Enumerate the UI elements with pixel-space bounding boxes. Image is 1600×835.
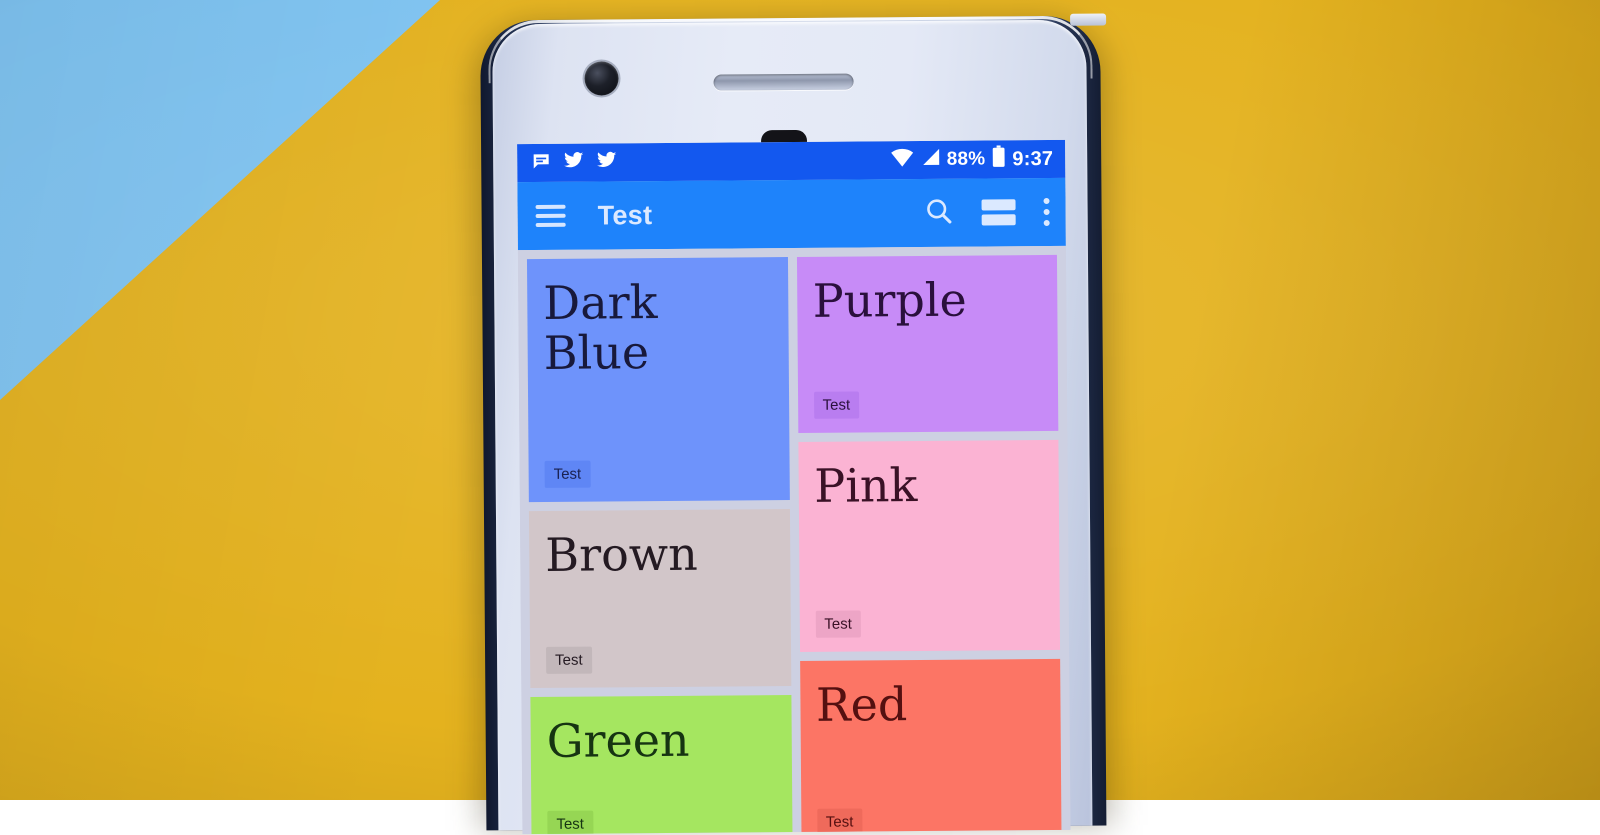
twitter-icon: [596, 149, 617, 175]
battery-percent-label: 88%: [946, 148, 986, 170]
status-bar: 88% 9:37: [517, 139, 1066, 183]
clock-label: 9:37: [1012, 147, 1054, 170]
tile-title: Red: [815, 677, 908, 732]
search-icon[interactable]: [923, 195, 953, 230]
tile-red[interactable]: Red Test: [799, 658, 1062, 835]
tile-chip[interactable]: Test: [544, 460, 591, 488]
earpiece-speaker-icon: [713, 73, 854, 91]
tile-chip[interactable]: Test: [546, 646, 592, 674]
front-camera-icon: [584, 61, 619, 96]
color-tile-grid: Dark Blue Test Brown Test Green Test Pur…: [517, 245, 1071, 835]
tile-green[interactable]: Green Test: [530, 695, 793, 835]
split-rows-icon[interactable]: [981, 199, 1016, 226]
tile-chip[interactable]: Test: [547, 810, 594, 835]
status-bar-notifications: [531, 149, 617, 176]
tile-title: Purple: [812, 272, 967, 328]
twitter-icon: [563, 150, 584, 176]
battery-icon: [992, 145, 1005, 173]
more-vertical-icon[interactable]: [1043, 197, 1050, 227]
tile-dark-blue[interactable]: Dark Blue Test: [526, 257, 790, 503]
left-column: Dark Blue Test Brown Test Green Test: [526, 257, 793, 835]
tile-title: Pink: [814, 458, 918, 513]
tile-title: Dark Blue: [543, 275, 658, 380]
phone-screen: 88% 9:37 Test Dark Blue Test Brown Test …: [517, 139, 1071, 835]
smartphone-device: 88% 9:37 Test Dark Blue Test Brown Test …: [470, 5, 1116, 835]
wifi-icon: [890, 148, 914, 173]
hamburger-menu-icon[interactable]: [535, 204, 566, 228]
tile-brown[interactable]: Brown Test: [528, 509, 791, 689]
toolbar-actions: [923, 194, 1050, 230]
page-title: Test: [597, 199, 653, 231]
message-icon: [531, 150, 551, 175]
tile-chip[interactable]: Test: [816, 808, 863, 835]
tile-chip[interactable]: Test: [813, 391, 860, 419]
cell-signal-icon: [921, 148, 940, 172]
tile-title: Green: [546, 712, 690, 768]
tile-title: Brown: [545, 526, 698, 582]
right-column: Purple Test Pink Test Red Test: [796, 254, 1062, 835]
tile-purple[interactable]: Purple Test: [796, 254, 1059, 433]
tile-pink[interactable]: Pink Test: [797, 439, 1061, 652]
tile-chip[interactable]: Test: [815, 610, 861, 638]
power-button[interactable]: [1070, 13, 1107, 26]
app-toolbar: Test: [517, 177, 1066, 251]
status-bar-system: 88% 9:37: [890, 145, 1054, 174]
